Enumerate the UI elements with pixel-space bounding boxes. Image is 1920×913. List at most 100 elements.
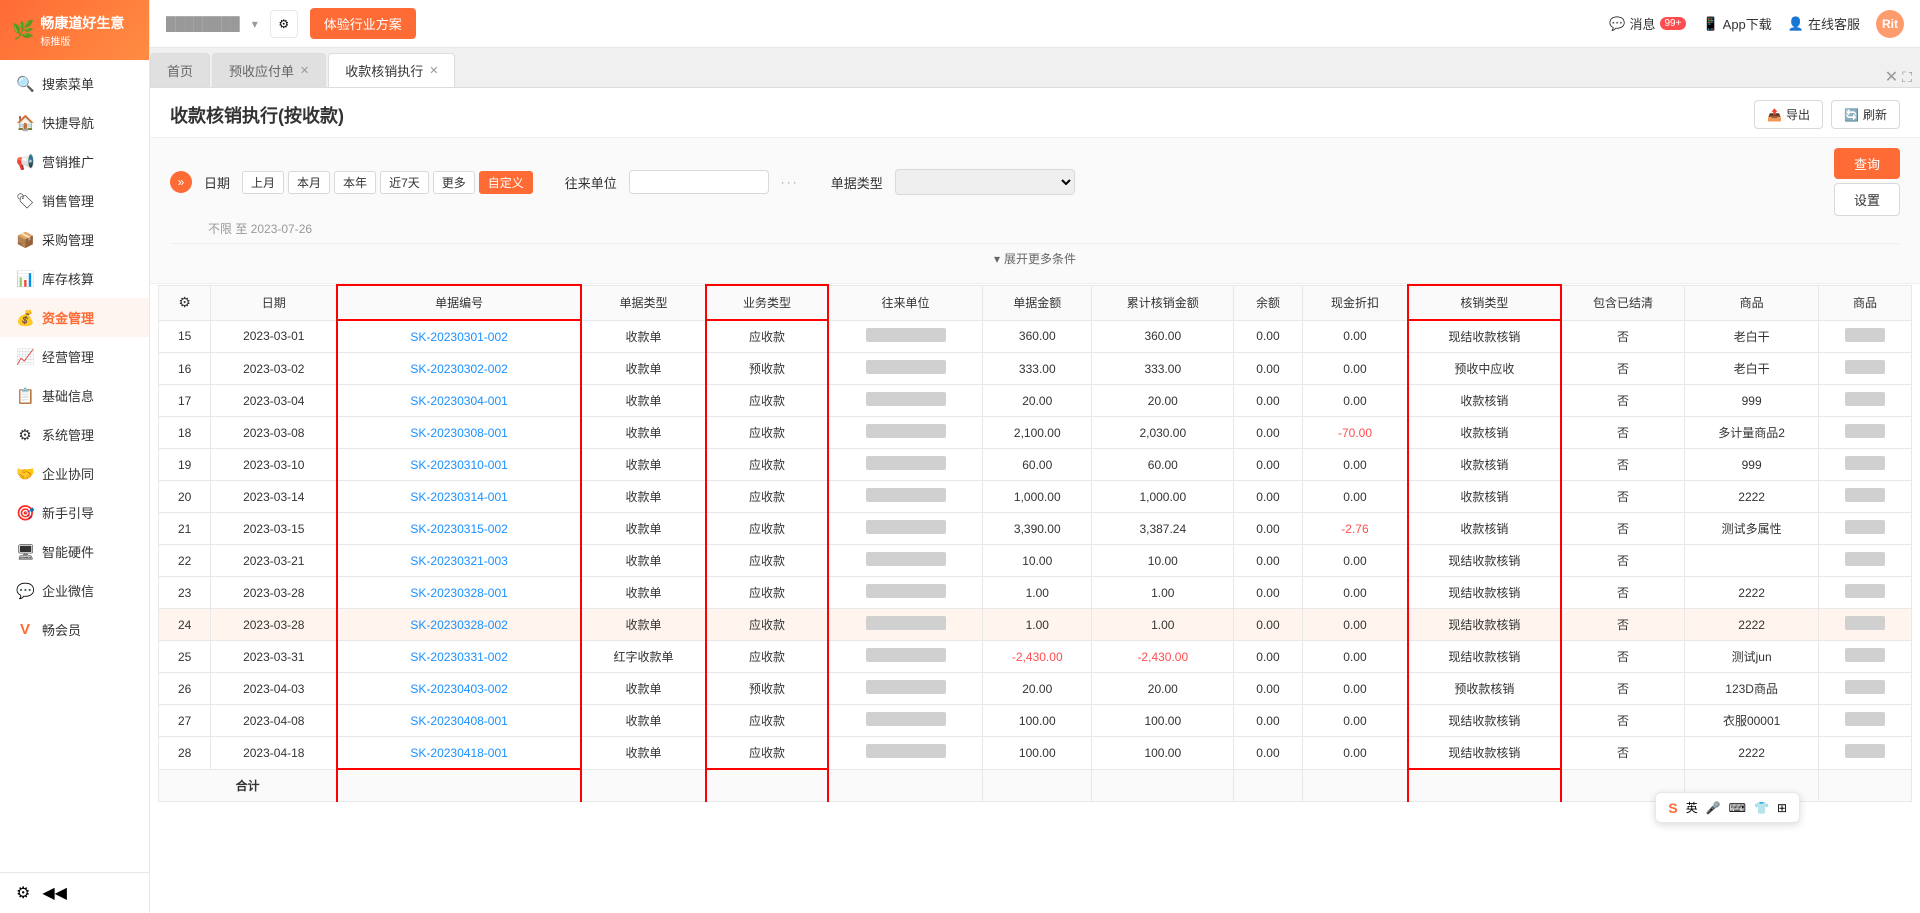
expand-conditions-btn[interactable]: ▾ 展开更多条件 bbox=[170, 243, 1900, 273]
sidebar-item-wechat[interactable]: 💬 企业微信 bbox=[0, 571, 149, 610]
cell-date: 2023-03-08 bbox=[211, 417, 337, 449]
table-row: 18 2023-03-08 SK-20230308-001 收款单 应收款 2,… bbox=[159, 417, 1912, 449]
sidebar-item-system[interactable]: ⚙ 系统管理 bbox=[0, 415, 149, 454]
sidebar-item-search[interactable]: 🔍 搜索菜单 bbox=[0, 64, 149, 103]
sidebar-item-shortcut[interactable]: 🏠 快捷导航 bbox=[0, 103, 149, 142]
cell-balance: 0.00 bbox=[1234, 353, 1303, 385]
cell-accum-cancel: -2,430.00 bbox=[1092, 641, 1234, 673]
cell-no: 18 bbox=[159, 417, 211, 449]
tab-expand-icon[interactable]: ⛶ bbox=[1902, 69, 1912, 86]
tab-collection-close[interactable]: ✕ bbox=[429, 64, 438, 77]
cell-balance: 0.00 bbox=[1234, 320, 1303, 353]
date-this-month-btn[interactable]: 本月 bbox=[288, 171, 330, 194]
sidebar-item-inventory[interactable]: 📊 库存核算 bbox=[0, 259, 149, 298]
cell-goods1: 多计量商品2 bbox=[1685, 417, 1819, 449]
app-download-button[interactable]: 📱 App下载 bbox=[1702, 14, 1771, 33]
solution-button[interactable]: 体验行业方案 bbox=[310, 8, 416, 39]
cell-accum-cancel: 60.00 bbox=[1092, 449, 1234, 481]
doc-no-link[interactable]: SK-20230315-002 bbox=[410, 522, 507, 536]
doc-no-link[interactable]: SK-20230328-002 bbox=[410, 618, 507, 632]
ime-grid-icon[interactable]: ⊞ bbox=[1777, 801, 1787, 815]
date-custom-btn[interactable]: 自定义 bbox=[479, 171, 533, 194]
ime-mic-icon[interactable]: 🎤 bbox=[1706, 801, 1721, 815]
sidebar-item-basic[interactable]: 📋 基础信息 bbox=[0, 376, 149, 415]
topbar-settings-btn[interactable]: ⚙ bbox=[270, 10, 298, 38]
cell-doc-type: 收款单 bbox=[581, 513, 706, 545]
doc-no-link[interactable]: SK-20230403-002 bbox=[410, 682, 507, 696]
cell-date: 2023-03-21 bbox=[211, 545, 337, 577]
doc-no-link[interactable]: SK-20230331-002 bbox=[410, 650, 507, 664]
cell-amount: 1.00 bbox=[983, 609, 1092, 641]
sidebar: 🌿 畅康道好生意 标推版 🔍 搜索菜单 🏠 快捷导航 📢 营销推广 🏷 销售管理… bbox=[0, 0, 150, 913]
cell-amount: 1,000.00 bbox=[983, 481, 1092, 513]
notify-button[interactable]: 💬 消息 99+ bbox=[1609, 14, 1686, 33]
th-cash-discount: 现金折扣 bbox=[1302, 285, 1408, 320]
doc-no-link[interactable]: SK-20230321-003 bbox=[410, 554, 507, 568]
ime-keyboard-icon[interactable]: ⌨ bbox=[1729, 801, 1746, 815]
doc-no-link[interactable]: SK-20230301-002 bbox=[410, 330, 507, 344]
sidebar-item-sales[interactable]: 🏷 销售管理 bbox=[0, 181, 149, 220]
export-button[interactable]: 📤 导出 bbox=[1754, 100, 1823, 129]
cell-date: 2023-03-14 bbox=[211, 481, 337, 513]
th-biz-type: 业务类型 bbox=[706, 285, 828, 320]
cell-balance: 0.00 bbox=[1234, 417, 1303, 449]
refresh-button[interactable]: 🔄 刷新 bbox=[1831, 100, 1900, 129]
table-row: 17 2023-03-04 SK-20230304-001 收款单 应收款 20… bbox=[159, 385, 1912, 417]
th-balance: 余额 bbox=[1234, 285, 1303, 320]
cell-biz-type: 应收款 bbox=[706, 545, 828, 577]
doc-no-link[interactable]: SK-20230314-001 bbox=[410, 490, 507, 504]
tab-controls: ✕ ⛶ bbox=[1885, 67, 1920, 87]
cell-biz-type: 应收款 bbox=[706, 385, 828, 417]
doc-no-link[interactable]: SK-20230418-001 bbox=[410, 746, 507, 760]
filter-collapse-button[interactable]: » bbox=[170, 171, 192, 193]
member-icon: V bbox=[16, 621, 34, 638]
collapse-icon[interactable]: ◀◀ bbox=[42, 883, 67, 903]
date-this-year-btn[interactable]: 本年 bbox=[334, 171, 376, 194]
date-more-btn[interactable]: 更多 bbox=[433, 171, 475, 194]
doc-no-link[interactable]: SK-20230302-002 bbox=[410, 362, 507, 376]
query-button[interactable]: 查询 bbox=[1834, 148, 1900, 179]
tab-home[interactable]: 首页 bbox=[150, 53, 210, 87]
cell-include-settled: 否 bbox=[1561, 641, 1685, 673]
cell-partner bbox=[828, 545, 983, 577]
settings-bottom-icon[interactable]: ⚙ bbox=[16, 883, 30, 903]
sidebar-item-marketing[interactable]: 📢 营销推广 bbox=[0, 142, 149, 181]
cell-doc-no: SK-20230310-001 bbox=[337, 449, 581, 481]
tab-collection-label: 收款核销执行 bbox=[345, 61, 423, 80]
cell-date: 2023-03-02 bbox=[211, 353, 337, 385]
tab-prepay[interactable]: 预收应付单 ✕ bbox=[212, 53, 326, 87]
date-last-month-btn[interactable]: 上月 bbox=[242, 171, 284, 194]
doc-no-link[interactable]: SK-20230328-001 bbox=[410, 586, 507, 600]
total-row: 合计 bbox=[159, 769, 1912, 801]
dropdown-arrow[interactable]: ▾ bbox=[252, 17, 258, 31]
sidebar-item-operation[interactable]: 📈 经营管理 bbox=[0, 337, 149, 376]
sidebar-item-guide[interactable]: 🎯 新手引导 bbox=[0, 493, 149, 532]
sidebar-item-purchase[interactable]: 📦 采购管理 bbox=[0, 220, 149, 259]
date-7days-btn[interactable]: 近7天 bbox=[380, 171, 429, 194]
sidebar-item-finance[interactable]: 💰 资金管理 bbox=[0, 298, 149, 337]
cell-partner bbox=[828, 417, 983, 449]
cell-cancel-type: 现结收款核销 bbox=[1408, 545, 1560, 577]
cell-cash-discount: 0.00 bbox=[1302, 545, 1408, 577]
sidebar-item-hardware[interactable]: 🖥 智能硬件 bbox=[0, 532, 149, 571]
cell-accum-cancel: 1.00 bbox=[1092, 577, 1234, 609]
topbar-brand: ████████ bbox=[166, 16, 240, 31]
settings-button[interactable]: 设置 bbox=[1834, 183, 1900, 216]
user-avatar[interactable]: Rit bbox=[1876, 10, 1904, 38]
cell-cash-discount: 0.00 bbox=[1302, 641, 1408, 673]
sidebar-item-member[interactable]: V 畅会员 bbox=[0, 610, 149, 649]
voucher-type-select[interactable] bbox=[895, 169, 1075, 195]
tab-close-all-icon[interactable]: ✕ bbox=[1885, 67, 1898, 87]
sidebar-item-corp[interactable]: 🤝 企业协同 bbox=[0, 454, 149, 493]
th-settings[interactable]: ⚙ bbox=[159, 285, 211, 320]
doc-no-link[interactable]: SK-20230308-001 bbox=[410, 426, 507, 440]
doc-no-link[interactable]: SK-20230408-001 bbox=[410, 714, 507, 728]
tab-collection[interactable]: 收款核销执行 ✕ bbox=[328, 53, 455, 87]
tab-prepay-close[interactable]: ✕ bbox=[300, 64, 309, 77]
partner-input[interactable] bbox=[629, 170, 769, 194]
doc-no-link[interactable]: SK-20230310-001 bbox=[410, 458, 507, 472]
online-service-button[interactable]: 👤 在线客服 bbox=[1788, 14, 1860, 33]
cell-accum-cancel: 360.00 bbox=[1092, 320, 1234, 353]
ime-shirt-icon[interactable]: 👕 bbox=[1754, 801, 1769, 815]
doc-no-link[interactable]: SK-20230304-001 bbox=[410, 394, 507, 408]
